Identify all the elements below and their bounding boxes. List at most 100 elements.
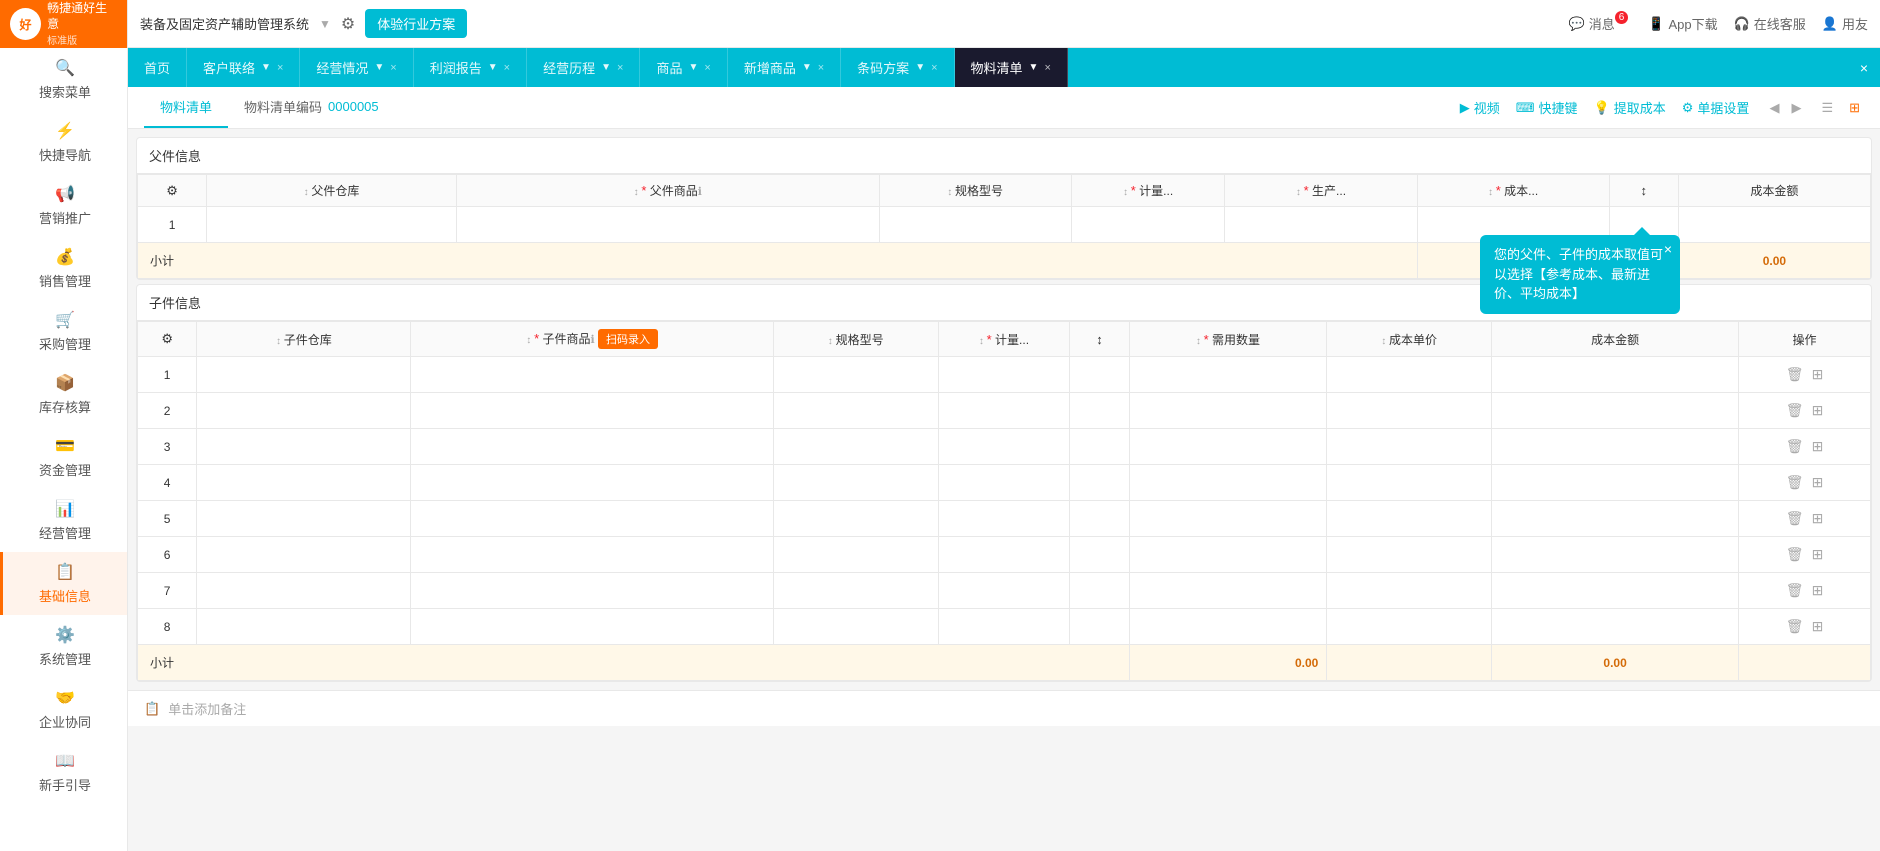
sort-icon-cpr[interactable]: ↕: [1381, 336, 1389, 347]
child-cell-cw-8[interactable]: [197, 609, 411, 645]
tab-profit-close[interactable]: ×: [504, 62, 510, 74]
child-cell-cpr-8[interactable]: [1327, 609, 1492, 645]
extract-cost-btn[interactable]: 💡 提取成本: [1594, 98, 1666, 117]
child-cell-ca-3[interactable]: [1492, 429, 1739, 465]
tab-bom[interactable]: 物料清单 ▼ ×: [955, 48, 1068, 87]
child-cell-cp-8[interactable]: [411, 609, 773, 645]
copy-icon-3[interactable]: ⊞: [1812, 438, 1824, 455]
th-gear-parent[interactable]: ⚙: [138, 175, 207, 207]
copy-icon-5[interactable]: ⊞: [1812, 510, 1824, 527]
tab-goods[interactable]: 商品 ▼ ×: [640, 48, 727, 87]
delete-icon-1[interactable]: 🗑: [1786, 366, 1804, 383]
sidebar-item-finance[interactable]: 💳 资金管理: [0, 426, 127, 489]
child-cell-cp-4[interactable]: [411, 465, 773, 501]
gear-button[interactable]: ⚙: [341, 14, 355, 34]
sort-icon-ps[interactable]: ↕: [947, 187, 955, 198]
sidebar-item-enterprise[interactable]: 🤝 企业协同: [0, 678, 127, 741]
sidebar-item-basic[interactable]: 📋 基础信息: [0, 552, 127, 615]
child-cell-cu-5[interactable]: [938, 501, 1070, 537]
child-cell-ca-4[interactable]: [1492, 465, 1739, 501]
child-cell-cs-6[interactable]: [773, 537, 938, 573]
child-cell-cq-3[interactable]: [1129, 429, 1327, 465]
sort-icon-cw[interactable]: ↕: [276, 336, 284, 347]
table-row[interactable]: 4 🗑 ⊞: [138, 465, 1871, 501]
sidebar-item-guide[interactable]: 📖 新手引导: [0, 741, 127, 804]
cell-pp-1[interactable]: [456, 207, 879, 243]
child-cell-cq-6[interactable]: [1129, 537, 1327, 573]
tab-customer-close[interactable]: ×: [277, 62, 283, 74]
sort-icon-cu[interactable]: ↕: [979, 336, 987, 347]
cell-ps-1[interactable]: [879, 207, 1071, 243]
table-row[interactable]: 1 🗑 ⊞: [138, 357, 1871, 393]
online-service-action[interactable]: 🎧 在线客服: [1734, 14, 1806, 33]
child-cell-cq-4[interactable]: [1129, 465, 1327, 501]
nav-close-all[interactable]: ×: [1848, 60, 1880, 76]
child-cell-cu-6[interactable]: [938, 537, 1070, 573]
delete-icon-3[interactable]: 🗑: [1786, 438, 1804, 455]
sidebar-item-quicknav[interactable]: ⚡ 快捷导航: [0, 111, 127, 174]
app-download-action[interactable]: 📱 App下载: [1648, 14, 1717, 33]
delete-icon-8[interactable]: 🗑: [1786, 618, 1804, 635]
scan-button[interactable]: 扫码录入: [598, 329, 658, 349]
tooltip-close-btn[interactable]: ×: [1664, 239, 1672, 260]
tab-operation-close[interactable]: ×: [390, 62, 396, 74]
shortcut-btn[interactable]: ⌨ 快捷键: [1516, 98, 1578, 117]
tab-goods-close[interactable]: ×: [704, 62, 710, 74]
tab-barcode[interactable]: 条码方案 ▼ ×: [841, 48, 954, 87]
tab-profit[interactable]: 利润报告 ▼ ×: [414, 48, 527, 87]
table-row[interactable]: 5 🗑 ⊞: [138, 501, 1871, 537]
user-action[interactable]: 👤 用友: [1822, 14, 1868, 33]
tab-new-goods[interactable]: 新增商品 ▼ ×: [728, 48, 841, 87]
child-cell-cpr-4[interactable]: [1327, 465, 1492, 501]
child-cell-cw-5[interactable]: [197, 501, 411, 537]
child-cell-cs-1[interactable]: [773, 357, 938, 393]
copy-icon-2[interactable]: ⊞: [1812, 402, 1824, 419]
child-cell-cs-4[interactable]: [773, 465, 938, 501]
child-cell-cw-1[interactable]: [197, 357, 411, 393]
th-gear-child[interactable]: ⚙: [138, 322, 197, 357]
sort-icon-pc[interactable]: ↕: [1488, 187, 1496, 198]
child-cell-cu-8[interactable]: [938, 609, 1070, 645]
child-cell-cq-2[interactable]: [1129, 393, 1327, 429]
message-action[interactable]: 💬 消息 6: [1569, 14, 1633, 33]
tab-bom-close[interactable]: ×: [1044, 62, 1050, 74]
child-cell-cu-1[interactable]: [938, 357, 1070, 393]
table-row[interactable]: 8 🗑 ⊞: [138, 609, 1871, 645]
child-cell-cu-4[interactable]: [938, 465, 1070, 501]
child-cell-cp-7[interactable]: [411, 573, 773, 609]
child-cell-cs-8[interactable]: [773, 609, 938, 645]
tab-barcode-close[interactable]: ×: [931, 62, 937, 74]
child-cell-cs-7[interactable]: [773, 573, 938, 609]
sort-icon-cs[interactable]: ↕: [828, 336, 836, 347]
sidebar-item-search[interactable]: 🔍 搜索菜单: [0, 48, 127, 111]
copy-icon-4[interactable]: ⊞: [1812, 474, 1824, 491]
child-cell-ca-2[interactable]: [1492, 393, 1739, 429]
table-row[interactable]: 6 🗑 ⊞: [138, 537, 1871, 573]
dropdown-arrow-icon[interactable]: ▼: [319, 17, 331, 31]
table-row[interactable]: 3 🗑 ⊞: [138, 429, 1871, 465]
child-cell-cu-7[interactable]: [938, 573, 1070, 609]
sort-icon-cp[interactable]: ↕: [526, 335, 534, 346]
child-cell-cq-1[interactable]: [1129, 357, 1327, 393]
cell-pu-1[interactable]: [1071, 207, 1225, 243]
sort-icon-pr[interactable]: ↕: [1296, 187, 1304, 198]
child-cell-cpr-6[interactable]: [1327, 537, 1492, 573]
cell-pr-1[interactable]: [1225, 207, 1417, 243]
child-cell-cw-6[interactable]: [197, 537, 411, 573]
child-cell-ca-6[interactable]: [1492, 537, 1739, 573]
single-setting-btn[interactable]: ⚙ 单据设置: [1682, 98, 1750, 117]
table-row[interactable]: 2 🗑 ⊞: [138, 393, 1871, 429]
sidebar-item-inventory[interactable]: 📦 库存核算: [0, 363, 127, 426]
child-cell-cu-2[interactable]: [938, 393, 1070, 429]
list-view-icon[interactable]: ⊞: [1849, 100, 1860, 116]
table-row[interactable]: 7 🗑 ⊞: [138, 573, 1871, 609]
copy-icon-6[interactable]: ⊞: [1812, 546, 1824, 563]
child-cell-cp-2[interactable]: [411, 393, 773, 429]
sidebar-item-marketing[interactable]: 📢 营销推广: [0, 174, 127, 237]
tab-new-goods-close[interactable]: ×: [818, 62, 824, 74]
sidebar-item-purchase[interactable]: 🛒 采购管理: [0, 300, 127, 363]
copy-icon-8[interactable]: ⊞: [1812, 618, 1824, 635]
child-cell-cs-3[interactable]: [773, 429, 938, 465]
sub-tab-bom-list[interactable]: 物料清单: [144, 87, 228, 128]
child-cell-cs-5[interactable]: [773, 501, 938, 537]
